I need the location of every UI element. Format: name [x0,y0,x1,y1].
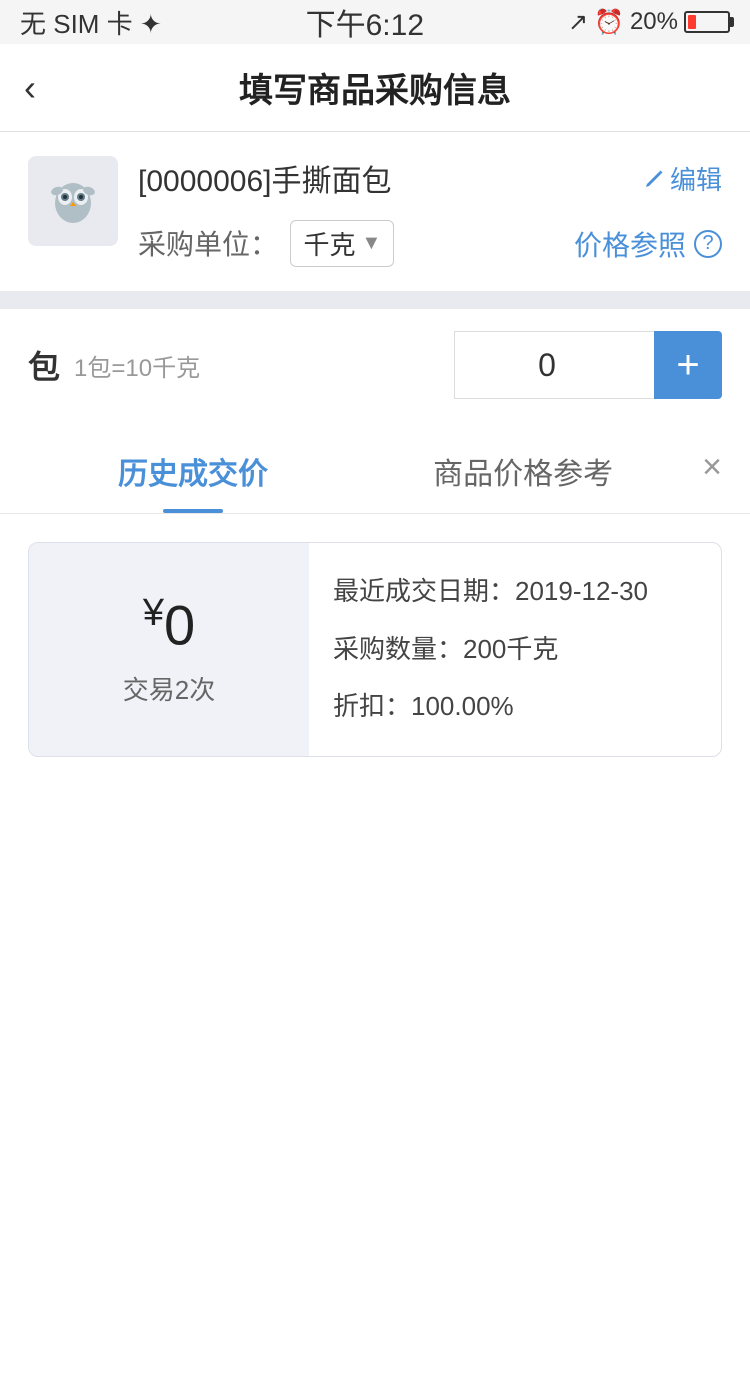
tab-history-price[interactable]: 历史成交价 [28,421,358,513]
card-right: 最近成交日期：2019-12-30 采购数量：200千克 折扣：100.00% [309,543,721,756]
status-left: 无 SIM 卡 ✦ [20,4,162,41]
product-image [28,156,118,246]
yen-symbol: ¥ [143,592,164,634]
quantity-label-area: 包 1包=10千克 [28,342,200,388]
tab-product-price-ref[interactable]: 商品价格参考 [358,421,688,513]
price-ref-help-icon: ? [694,230,722,258]
discount-row: 折扣：100.00% [333,686,697,728]
back-button[interactable]: ‹ [24,67,36,109]
product-info: [0000006]手撕面包 编辑 采购单位： 千克 ▼ [138,156,722,267]
status-right: ↗ ⏰ 20% [568,8,730,37]
status-time: 下午6:12 [306,0,424,44]
edit-button[interactable]: 编辑 [644,160,722,197]
quantity-plus-button[interactable]: + [654,331,722,399]
bottom-panel: 历史成交价 商品价格参考 × ¥0 交易2次 最近成交日期：2019-12-30… [0,421,750,785]
status-bar: 无 SIM 卡 ✦ 下午6:12 ↗ ⏰ 20% [0,0,750,44]
recent-date-label: 最近成交日期： [333,576,515,606]
product-name: [0000006]手撕面包 [138,156,391,200]
tabs-row: 历史成交价 商品价格参考 × [0,421,750,514]
price-ref-button[interactable]: 价格参照 ? [574,224,722,264]
battery-icon [684,11,730,33]
quantity-input[interactable] [454,331,654,399]
close-tab-button[interactable]: × [688,438,736,497]
price-value: 0 [164,594,195,657]
edit-icon [644,167,666,189]
card-area: ¥0 交易2次 最近成交日期：2019-12-30 采购数量：200千克 折扣：… [0,514,750,785]
alarm-icon: ⏰ [594,8,624,37]
purchase-unit-label: 采购单位： [138,229,278,260]
page-title: 填写商品采购信息 [239,63,511,112]
quantity-unit: 包 [28,342,60,388]
sim-status: 无 SIM 卡 ✦ [20,4,162,41]
purchase-qty-row: 采购数量：200千克 [333,629,697,671]
product-section: [0000006]手撕面包 编辑 采购单位： 千克 ▼ [0,132,750,291]
quantity-ratio: 1包=10千克 [74,348,200,383]
unit-dropdown[interactable]: 千克 ▼ [290,220,394,267]
card-left: ¥0 交易2次 [29,543,309,756]
purchase-qty-value: 200千克 [463,634,558,664]
empty-area [0,785,750,1385]
discount-label: 折扣： [333,691,411,721]
section-divider [0,291,750,309]
purchase-unit-label-area: 采购单位： 千克 ▼ [138,220,394,267]
dropdown-arrow-icon: ▼ [361,232,381,255]
nav-bar: ‹ 填写商品采购信息 [0,44,750,132]
battery-percent: 20% [630,8,678,36]
history-price-card: ¥0 交易2次 最近成交日期：2019-12-30 采购数量：200千克 折扣：… [28,542,722,757]
quantity-input-area: + [454,331,722,399]
discount-value: 100.00% [411,691,514,721]
quantity-section: 包 1包=10千克 + [0,309,750,421]
transaction-count: 交易2次 [123,670,215,707]
purchase-qty-label: 采购数量： [333,634,463,664]
unit-value: 千克 [303,225,355,262]
location-icon: ↗ [568,8,588,37]
recent-date-value: 2019-12-30 [515,576,648,606]
history-price: ¥0 [143,592,195,658]
owl-logo-icon [43,171,103,231]
recent-date-row: 最近成交日期：2019-12-30 [333,571,697,613]
